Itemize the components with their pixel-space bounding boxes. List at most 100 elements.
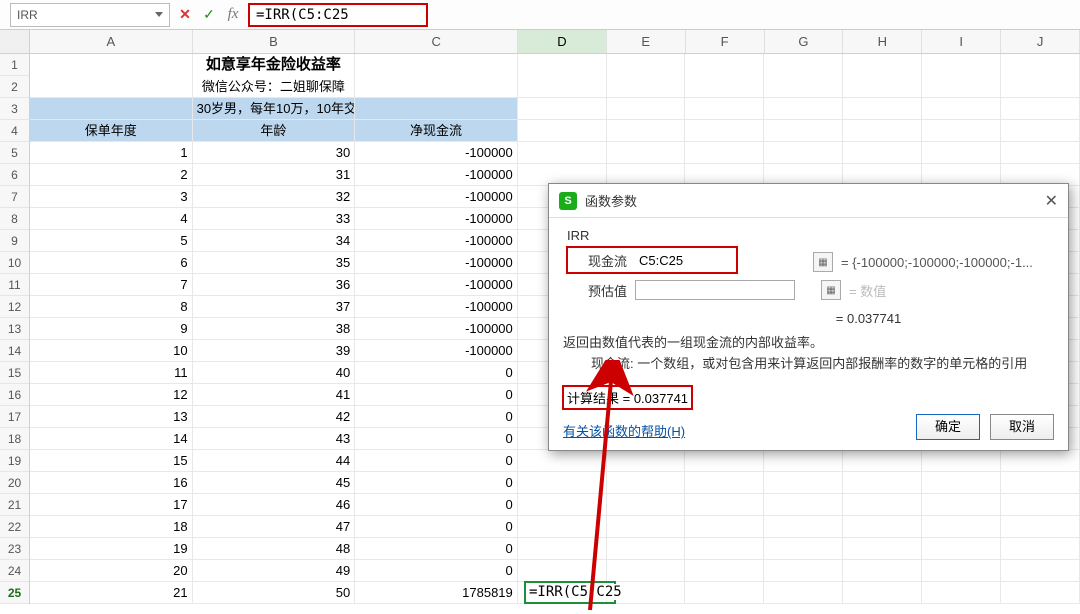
cell[interactable]: -100000 — [355, 230, 518, 252]
row-header-25[interactable]: 25 — [0, 582, 29, 604]
cell[interactable]: 12 — [30, 384, 193, 406]
help-link[interactable]: 有关该函数的帮助(H) — [563, 421, 685, 440]
cell[interactable]: 31 — [193, 164, 356, 186]
cell[interactable]: 0 — [355, 406, 518, 428]
cell[interactable] — [607, 516, 686, 538]
cell[interactable] — [764, 560, 843, 582]
col-header-g[interactable]: G — [765, 30, 844, 53]
subtitle-cell[interactable]: 微信公众号：二姐聊保障 — [193, 76, 356, 98]
select-all-corner[interactable] — [0, 30, 30, 54]
cell[interactable] — [518, 538, 607, 560]
cell[interactable] — [922, 538, 1001, 560]
cell[interactable]: 5 — [30, 230, 193, 252]
row-header-15[interactable]: 15 — [0, 362, 29, 384]
col-c-label[interactable]: 净现金流 — [355, 120, 518, 142]
cell[interactable] — [764, 472, 843, 494]
cell[interactable]: 0 — [355, 560, 518, 582]
cell[interactable]: 37 — [193, 296, 356, 318]
cell[interactable]: -100000 — [355, 274, 518, 296]
cell[interactable]: 1785819 — [355, 582, 518, 604]
cell[interactable] — [685, 472, 764, 494]
cell[interactable] — [518, 472, 607, 494]
row-header-7[interactable]: 7 — [0, 186, 29, 208]
cell[interactable]: 44 — [193, 450, 356, 472]
cell[interactable] — [922, 450, 1001, 472]
cell[interactable]: 7 — [30, 274, 193, 296]
row-header-3[interactable]: 3 — [0, 98, 29, 120]
cell[interactable] — [1001, 560, 1080, 582]
cell[interactable] — [607, 142, 686, 164]
cell[interactable] — [843, 582, 922, 604]
cell[interactable]: 14 — [30, 428, 193, 450]
cell[interactable]: 11 — [30, 362, 193, 384]
ok-button[interactable]: 确定 — [916, 414, 980, 440]
col-header-d[interactable]: D — [518, 30, 607, 53]
cancel-edit-icon[interactable]: ✕ — [176, 3, 194, 27]
cell[interactable]: 0 — [355, 450, 518, 472]
cell[interactable] — [518, 450, 607, 472]
cell[interactable] — [764, 582, 843, 604]
cell[interactable] — [607, 560, 686, 582]
col-header-b[interactable]: B — [193, 30, 356, 53]
cell[interactable] — [685, 450, 764, 472]
cell[interactable] — [685, 560, 764, 582]
row-header-19[interactable]: 19 — [0, 450, 29, 472]
cell[interactable]: 46 — [193, 494, 356, 516]
cell[interactable] — [922, 560, 1001, 582]
cell[interactable]: 32 — [193, 186, 356, 208]
cell[interactable]: 34 — [193, 230, 356, 252]
cell[interactable]: 50 — [193, 582, 356, 604]
row-header-10[interactable]: 10 — [0, 252, 29, 274]
cell[interactable]: 18 — [30, 516, 193, 538]
cell[interactable] — [764, 450, 843, 472]
cell[interactable] — [843, 142, 922, 164]
cell[interactable]: -100000 — [355, 142, 518, 164]
cell[interactable] — [518, 494, 607, 516]
cell[interactable]: 10 — [30, 340, 193, 362]
cell[interactable] — [764, 538, 843, 560]
row-header-20[interactable]: 20 — [0, 472, 29, 494]
confirm-edit-icon[interactable]: ✓ — [200, 3, 218, 27]
cell[interactable]: 0 — [355, 538, 518, 560]
cell[interactable] — [843, 560, 922, 582]
cell[interactable]: 0 — [355, 472, 518, 494]
row-header-17[interactable]: 17 — [0, 406, 29, 428]
cell[interactable] — [607, 494, 686, 516]
cell[interactable]: 36 — [193, 274, 356, 296]
row-header-21[interactable]: 21 — [0, 494, 29, 516]
cell[interactable] — [843, 450, 922, 472]
cell[interactable]: 30 — [193, 142, 356, 164]
cell[interactable] — [1001, 142, 1080, 164]
row-header-9[interactable]: 9 — [0, 230, 29, 252]
row-header-4[interactable]: 4 — [0, 120, 29, 142]
row-header-5[interactable]: 5 — [0, 142, 29, 164]
cell[interactable] — [685, 516, 764, 538]
formula-input[interactable]: =IRR(C5:C25 — [248, 3, 428, 27]
cell[interactable] — [607, 538, 686, 560]
fx-icon[interactable]: fx — [224, 3, 242, 27]
name-box[interactable]: IRR — [10, 3, 170, 27]
range-select-icon[interactable]: ▦ — [813, 252, 833, 272]
cell[interactable]: 3 — [30, 186, 193, 208]
cell[interactable] — [764, 494, 843, 516]
cell[interactable] — [518, 560, 607, 582]
cell-c1[interactable] — [355, 54, 518, 76]
cell[interactable] — [1001, 516, 1080, 538]
cell[interactable] — [922, 516, 1001, 538]
cell[interactable] — [685, 494, 764, 516]
col-header-a[interactable]: A — [30, 30, 193, 53]
cancel-button[interactable]: 取消 — [990, 414, 1054, 440]
cell[interactable]: 49 — [193, 560, 356, 582]
cell-d1[interactable] — [518, 54, 607, 76]
cell[interactable] — [843, 472, 922, 494]
cell[interactable] — [843, 538, 922, 560]
cell[interactable] — [1001, 538, 1080, 560]
cell[interactable] — [764, 142, 843, 164]
cell[interactable]: 35 — [193, 252, 356, 274]
cell[interactable]: -100000 — [355, 208, 518, 230]
cell[interactable] — [922, 582, 1001, 604]
param2-input[interactable] — [635, 280, 795, 300]
section-header[interactable]: 30岁男，每年10万，10年交 — [193, 98, 356, 120]
cell[interactable] — [922, 472, 1001, 494]
cell[interactable]: -100000 — [355, 340, 518, 362]
